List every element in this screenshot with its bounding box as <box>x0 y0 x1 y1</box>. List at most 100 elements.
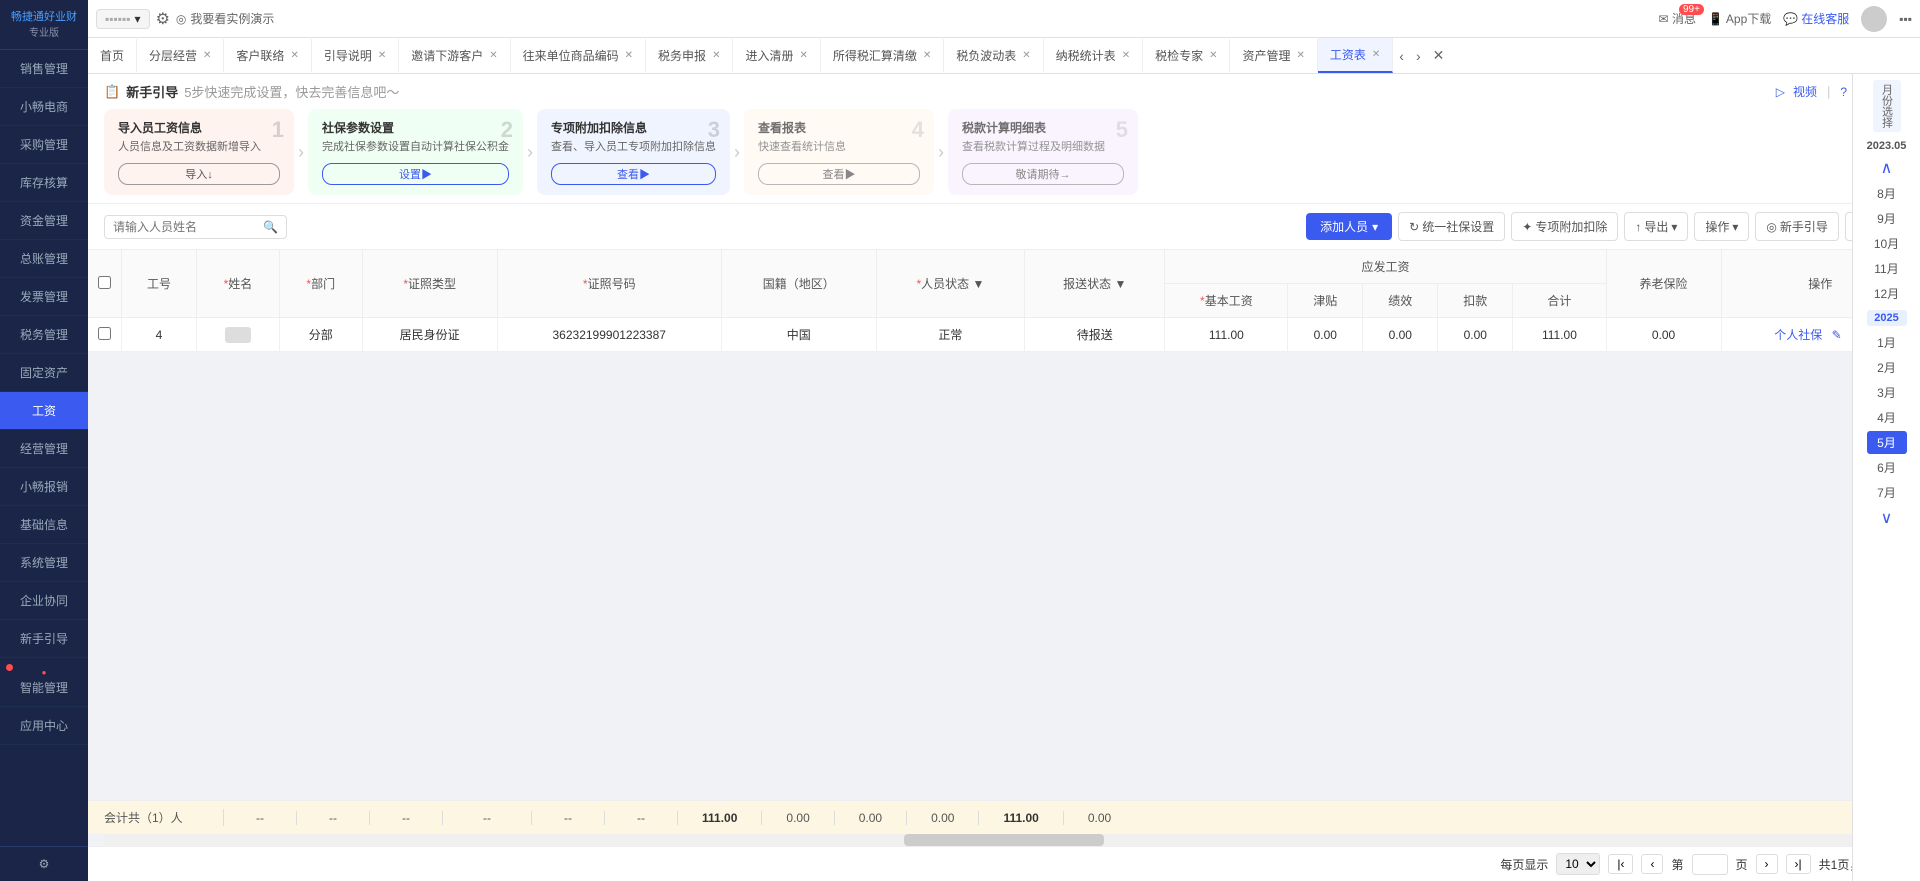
first-page-btn[interactable]: |‹ <box>1608 854 1633 874</box>
tab-tax-relief[interactable]: 税负波动表 ✕ <box>944 39 1043 72</box>
sidebar-item-tax[interactable]: 税务管理 <box>0 316 88 354</box>
row-select-checkbox[interactable] <box>98 327 111 340</box>
operation-btn[interactable]: 操作 ▾ <box>1694 212 1749 241</box>
sidebar-item-sales[interactable]: 销售管理 <box>0 50 88 88</box>
footer-basic-total: 111.00 <box>678 811 762 825</box>
select-all-checkbox[interactable] <box>98 276 111 289</box>
sidebar-item-system[interactable]: 系统管理 <box>0 544 88 582</box>
month-btn-11[interactable]: 11月 <box>1867 257 1907 280</box>
status-filter-icon[interactable]: ▼ <box>973 277 985 291</box>
month-btn-9[interactable]: 9月 <box>1867 207 1907 230</box>
step3-btn[interactable]: 查看▶ <box>551 163 716 185</box>
sidebar-item-guide[interactable]: 新手引导 <box>0 620 88 658</box>
tab-close-all[interactable]: ✕ <box>1427 47 1451 64</box>
sidebar-item-inventory[interactable]: 库存核算 <box>0 164 88 202</box>
tab-close-relief[interactable]: ✕ <box>1022 50 1030 61</box>
last-page-btn[interactable]: ›| <box>1786 854 1811 874</box>
tab-close-expert[interactable]: ✕ <box>1209 50 1217 61</box>
sidebar-item-ledger[interactable]: 总账管理 <box>0 240 88 278</box>
month-btn-6[interactable]: 6月 <box>1867 456 1907 479</box>
sidebar-item-invoice[interactable]: 发票管理 <box>0 278 88 316</box>
tab-close-goods[interactable]: ✕ <box>625 50 633 61</box>
step4-btn[interactable]: 查看▶ <box>758 163 920 185</box>
month-panel-title[interactable]: 月份选择 <box>1873 80 1901 132</box>
tab-close-tax[interactable]: ✕ <box>712 50 720 61</box>
month-btn-3[interactable]: 3月 <box>1867 381 1907 404</box>
tab-nav-prev[interactable]: ‹ <box>1393 48 1410 64</box>
prev-page-btn[interactable]: ‹ <box>1641 854 1663 874</box>
tab-clearance[interactable]: 进入清册 ✕ <box>733 39 820 72</box>
month-nav-down[interactable]: ∨ <box>1879 506 1895 530</box>
social-security-btn[interactable]: ↻ 统一社保设置 <box>1398 212 1505 241</box>
tab-income-tax[interactable]: 所得税汇算清缴 ✕ <box>821 39 944 72</box>
action-edit-icon[interactable]: ✎ <box>1832 328 1842 342</box>
guide-btn[interactable]: ◎ 新手引导 <box>1755 212 1839 241</box>
tab-close-customer[interactable]: ✕ <box>290 50 298 61</box>
tab-close-partition[interactable]: ✕ <box>203 50 211 61</box>
report-filter-icon[interactable]: ▼ <box>1114 277 1126 291</box>
tab-tax-report[interactable]: 税务申报 ✕ <box>646 39 733 72</box>
tab-salary[interactable]: 工资表 ✕ <box>1318 38 1393 73</box>
special-deduction-btn[interactable]: ✦ 专项附加扣除 <box>1511 212 1618 241</box>
online-service-btn[interactable]: 💬 在线客服 <box>1783 10 1849 27</box>
tab-guide[interactable]: 引导说明 ✕ <box>312 39 399 72</box>
month-btn-8[interactable]: 8月 <box>1867 182 1907 205</box>
search-input[interactable] <box>113 220 263 234</box>
tab-close-stats[interactable]: ✕ <box>1122 50 1130 61</box>
page-number-input[interactable]: 1 <box>1692 854 1728 875</box>
tab-tax-expert[interactable]: 税检专家 ✕ <box>1143 39 1230 72</box>
step1-btn[interactable]: 导入↓ <box>118 163 280 185</box>
tab-close-clearance[interactable]: ✕ <box>799 50 807 61</box>
per-page-select[interactable]: 10 20 50 <box>1556 853 1600 875</box>
add-person-btn[interactable]: 添加人员 ▾ <box>1306 213 1392 240</box>
tab-close-income[interactable]: ✕ <box>923 50 931 61</box>
settings-gear-icon[interactable]: ⚙ <box>156 9 170 29</box>
month-btn-4[interactable]: 4月 <box>1867 406 1907 429</box>
tab-close-invite[interactable]: ✕ <box>489 50 497 61</box>
tab-close-salary[interactable]: ✕ <box>1372 49 1380 60</box>
tab-close-guide[interactable]: ✕ <box>378 50 386 61</box>
sidebar-item-marketing[interactable]: 小畅报销 <box>0 468 88 506</box>
tab-goods-code[interactable]: 往来单位商品编码 ✕ <box>511 39 646 72</box>
step2-btn[interactable]: 设置▶ <box>322 163 509 185</box>
tab-home[interactable]: 首页 <box>88 39 137 72</box>
sidebar-item-smart[interactable]: 智能管理 <box>0 658 88 707</box>
sidebar-item-salary[interactable]: 工资 <box>0 392 88 430</box>
message-btn[interactable]: ✉ 消息 99+ <box>1659 10 1696 27</box>
sidebar-item-basic[interactable]: 基础信息 <box>0 506 88 544</box>
horizontal-scrollbar[interactable] <box>104 834 1904 846</box>
tab-customer[interactable]: 客户联络 ✕ <box>224 39 311 72</box>
sidebar-item-operations[interactable]: 经营管理 <box>0 430 88 468</box>
tab-partition[interactable]: 分层经营 ✕ <box>137 39 224 72</box>
sidebar-item-collab[interactable]: 企业协同 <box>0 582 88 620</box>
sidebar-item-assets[interactable]: 固定资产 <box>0 354 88 392</box>
tab-invite[interactable]: 邀请下游客户 ✕ <box>399 39 510 72</box>
export-btn[interactable]: ↑ 导出 ▾ <box>1624 212 1688 241</box>
user-name[interactable]: ▪▪▪ <box>1899 12 1912 26</box>
month-btn-7[interactable]: 7月 <box>1867 481 1907 504</box>
month-nav-up[interactable]: ∧ <box>1879 156 1895 180</box>
sidebar-item-apps[interactable]: 应用中心 <box>0 707 88 745</box>
month-btn-10[interactable]: 10月 <box>1867 232 1907 255</box>
user-avatar[interactable] <box>1861 6 1887 32</box>
sidebar-settings-btn[interactable]: ⚙ <box>0 846 88 881</box>
account-selector[interactable]: ▪▪▪▪▪▪ ▾ <box>96 9 150 29</box>
month-btn-12[interactable]: 12月 <box>1867 282 1907 305</box>
action-social-insurance[interactable]: 个人社保 <box>1774 328 1822 342</box>
guide-video-btn[interactable]: ▷ 视频 <box>1776 83 1817 100</box>
tab-nav-next[interactable]: › <box>1410 48 1427 64</box>
sidebar-item-capital[interactable]: 资金管理 <box>0 202 88 240</box>
search-icon[interactable]: 🔍 <box>263 220 278 234</box>
tab-assets[interactable]: 资产管理 ✕ <box>1230 39 1317 72</box>
tab-close-assets[interactable]: ✕ <box>1297 50 1305 61</box>
sidebar-item-purchase[interactable]: 采购管理 <box>0 126 88 164</box>
month-btn-5[interactable]: 5月 <box>1867 431 1907 454</box>
month-btn-2[interactable]: 2月 <box>1867 356 1907 379</box>
app-download-btn[interactable]: 📱 App下载 <box>1708 10 1771 27</box>
step5-btn[interactable]: 敬请期待→ <box>962 163 1124 185</box>
tab-tax-stats[interactable]: 纳税统计表 ✕ <box>1044 39 1143 72</box>
next-page-btn[interactable]: › <box>1756 854 1778 874</box>
sidebar-item-ecommerce[interactable]: 小畅电商 <box>0 88 88 126</box>
demo-link[interactable]: ◎ 我要看实例演示 <box>176 10 275 27</box>
month-btn-1[interactable]: 1月 <box>1867 331 1907 354</box>
